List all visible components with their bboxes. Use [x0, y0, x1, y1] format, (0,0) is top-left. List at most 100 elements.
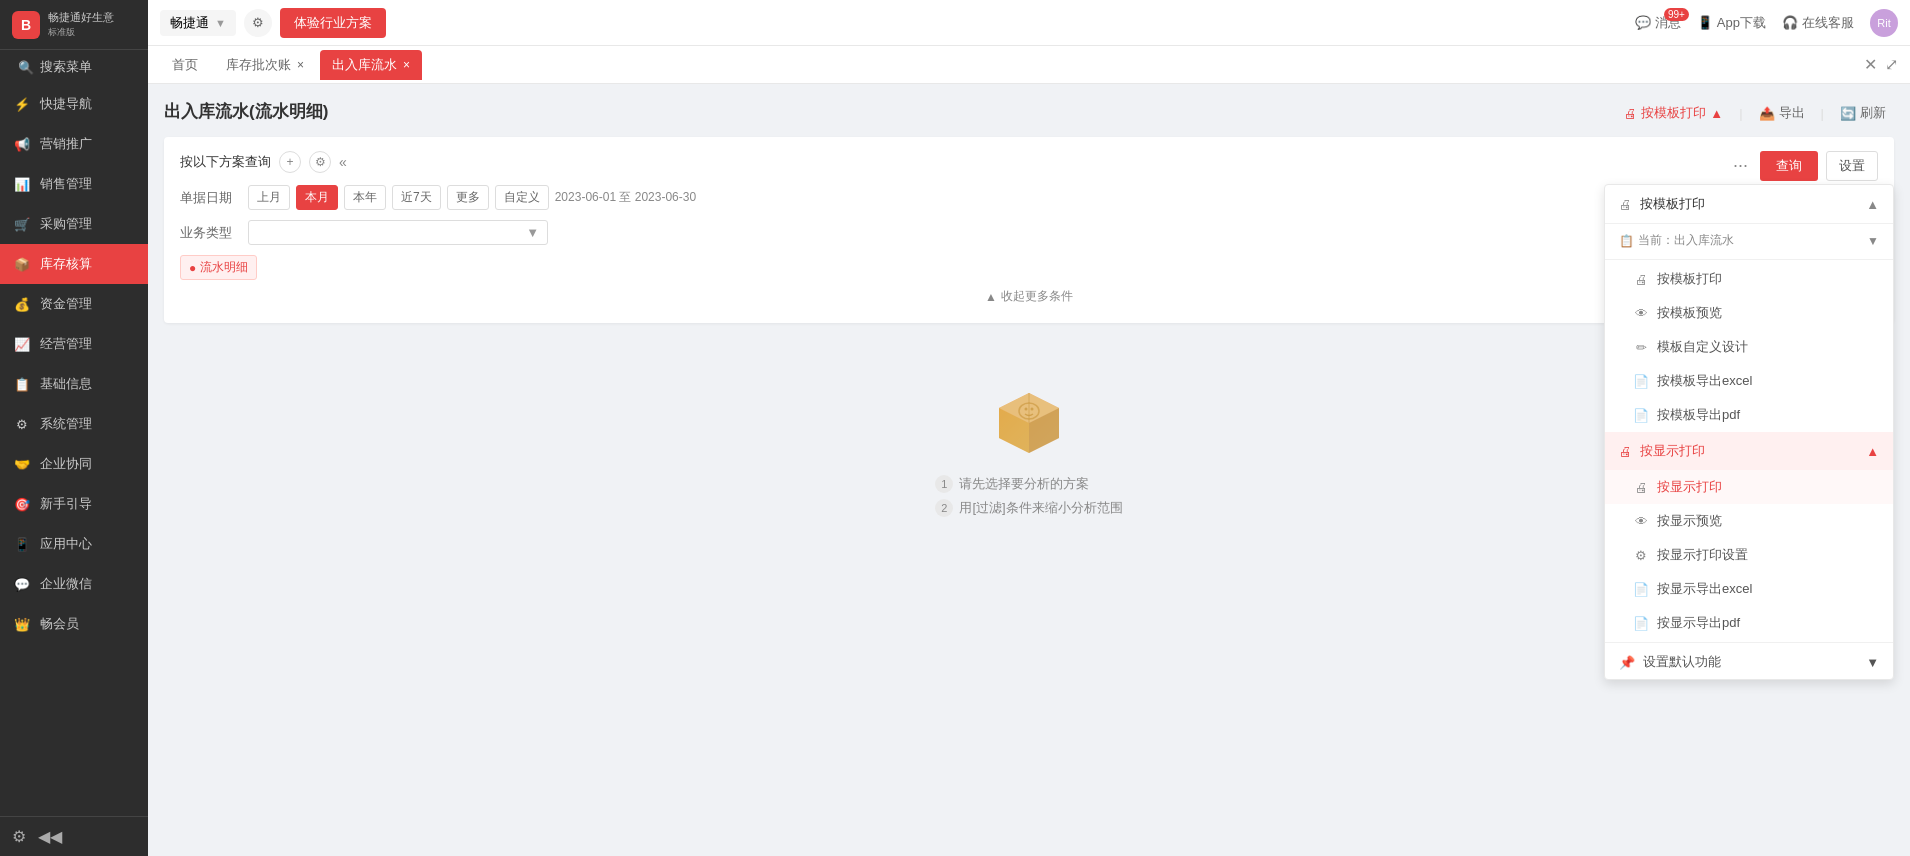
dropdown-item-display-pdf[interactable]: 📄 按显示导出pdf	[1605, 606, 1893, 640]
template-print-section-header[interactable]: 🖨 按模板打印 ▲	[1605, 185, 1893, 224]
sidebar-item-label: 营销推广	[40, 135, 92, 153]
filter-collapse-icon[interactable]: «	[339, 154, 347, 170]
set-default-label: 设置默认功能	[1643, 653, 1721, 671]
dropdown-item-template-print[interactable]: 🖨 按模板打印	[1605, 262, 1893, 296]
sidebar-item-appstore[interactable]: 📱 应用中心	[0, 524, 148, 564]
app-download-button[interactable]: 📱 App下载	[1697, 14, 1766, 32]
refresh-icon: 🔄	[1840, 106, 1856, 121]
message-badge: 99+	[1664, 8, 1689, 21]
template-chevron-icon: ▲	[1866, 197, 1879, 212]
dropdown-item-display-print[interactable]: 🖨 按显示打印	[1605, 470, 1893, 504]
template-print-button[interactable]: 🖨 按模板打印 ▲	[1616, 100, 1731, 126]
dropdown-item-set-default[interactable]: 📌 设置默认功能 ▼	[1605, 645, 1893, 679]
dropdown-item-template-pdf[interactable]: 📄 按模板导出pdf	[1605, 398, 1893, 432]
user-avatar[interactable]: Rit	[1870, 9, 1898, 37]
sidebar-item-collab[interactable]: 🤝 企业协同	[0, 444, 148, 484]
collapse-label: 收起更多条件	[1001, 288, 1073, 305]
hint-num-1: 1	[935, 475, 953, 493]
dropdown-item-display-excel[interactable]: 📄 按显示导出excel	[1605, 572, 1893, 606]
export-button[interactable]: 📤 导出	[1751, 100, 1813, 126]
filter-more-icon[interactable]: ···	[1729, 151, 1752, 181]
sidebar-item-quick-nav[interactable]: ⚡ 快捷导航	[0, 84, 148, 124]
search-icon: 🔍	[18, 60, 34, 75]
tab-in-out-flow-label: 出入库流水	[332, 56, 397, 74]
main-content: 畅捷通 ▼ ⚙ 体验行业方案 💬 消息 99+ 📱 App下载 🎧 在线客服	[148, 0, 1910, 856]
template-print-label: 按模板打印	[1641, 104, 1706, 122]
collapse-icon[interactable]: ◀◀	[38, 827, 62, 846]
print-dropdown-panel: 🖨 按模板打印 ▲ 📋 当前：出入库流水 ▼ 🖨 按模板打印 👁 按模板预览	[1604, 184, 1894, 680]
dropdown-item-template-design[interactable]: ✏ 模板自定义设计	[1605, 330, 1893, 364]
template-preview-icon: 👁	[1633, 305, 1649, 321]
current-template-item[interactable]: 📋 当前：出入库流水 ▼	[1605, 224, 1893, 257]
tab-batch-account[interactable]: 库存批次账 ×	[214, 50, 316, 80]
service-button[interactable]: 🎧 在线客服	[1782, 14, 1854, 32]
sidebar-item-inventory[interactable]: 📦 库存核算	[0, 244, 148, 284]
sidebar-item-system[interactable]: ⚙ 系统管理	[0, 404, 148, 444]
filter-add-button[interactable]: +	[279, 151, 301, 173]
tab-home[interactable]: 首页	[160, 50, 210, 80]
tab-in-out-flow[interactable]: 出入库流水 ×	[320, 50, 422, 80]
refresh-button[interactable]: 🔄 刷新	[1832, 100, 1894, 126]
sidebar-item-guide[interactable]: 🎯 新手引导	[0, 484, 148, 524]
industry-solution-button[interactable]: 体验行业方案	[280, 8, 386, 38]
account-selector[interactable]: 畅捷通 ▼	[160, 10, 236, 36]
tag-icon: ●	[189, 261, 196, 275]
tab-in-out-close-icon[interactable]: ×	[403, 58, 410, 72]
sidebar-item-finance[interactable]: 💰 资金管理	[0, 284, 148, 324]
empty-state-icon	[989, 383, 1069, 463]
sidebar-item-label: 快捷导航	[40, 95, 92, 113]
sidebar: B 畅捷通好生意 标准版 🔍 搜索菜单 ⚡ 快捷导航 📢 营销推广 📊 销售管理…	[0, 0, 148, 856]
settings-gear-icon[interactable]: ⚙	[12, 827, 26, 846]
filter-settings-button[interactable]: ⚙	[309, 151, 331, 173]
sidebar-item-sales[interactable]: 📊 销售管理	[0, 164, 148, 204]
current-template-icon: 📋	[1619, 234, 1634, 248]
topbar-left: 畅捷通 ▼ ⚙ 体验行业方案	[160, 8, 1635, 38]
display-section-icon: 🖨	[1619, 444, 1632, 459]
template-pdf-icon: 📄	[1633, 407, 1649, 423]
sidebar-item-member[interactable]: 👑 畅会员	[0, 604, 148, 644]
current-chevron-icon: ▼	[1867, 234, 1879, 248]
sidebar-item-purchase[interactable]: 🛒 采购管理	[0, 204, 148, 244]
tag-text: 流水明细	[200, 259, 248, 276]
business-type-select[interactable]: ▼	[248, 220, 548, 245]
message-button[interactable]: 💬 消息 99+	[1635, 14, 1681, 32]
date-btn-custom[interactable]: 自定义	[495, 185, 549, 210]
date-btn-last-month[interactable]: 上月	[248, 185, 290, 210]
dropdown-item-template-preview[interactable]: 👁 按模板预览	[1605, 296, 1893, 330]
date-btn-last-7[interactable]: 近7天	[392, 185, 441, 210]
tab-home-label: 首页	[172, 56, 198, 74]
query-button[interactable]: 查询	[1760, 151, 1818, 181]
sidebar-item-base[interactable]: 📋 基础信息	[0, 364, 148, 404]
refresh-label: 刷新	[1860, 104, 1886, 122]
sidebar-item-label: 企业协同	[40, 455, 92, 473]
sidebar-item-operations[interactable]: 📈 经营管理	[0, 324, 148, 364]
tabs-bar: 首页 库存批次账 × 出入库流水 × ✕ ⤢	[148, 46, 1910, 84]
filter-settings-btn[interactable]: 设置	[1826, 151, 1878, 181]
dropdown-item-display-preview[interactable]: 👁 按显示预览	[1605, 504, 1893, 538]
sidebar-item-label: 系统管理	[40, 415, 92, 433]
export-label: 导出	[1779, 104, 1805, 122]
dropdown-item-display-settings[interactable]: ⚙ 按显示打印设置	[1605, 538, 1893, 572]
close-all-tabs-icon[interactable]: ✕	[1864, 55, 1877, 74]
active-filter-tag: ● 流水明细	[180, 255, 257, 280]
sidebar-search-item[interactable]: 🔍 搜索菜单	[0, 50, 148, 84]
page-toolbar: 🖨 按模板打印 ▲ | 📤 导出 | 🔄 刷新	[1616, 100, 1894, 126]
display-excel-label: 按显示导出excel	[1657, 580, 1752, 598]
account-name: 畅捷通	[170, 14, 209, 32]
date-btn-this-month[interactable]: 本月	[296, 185, 338, 210]
operations-icon: 📈	[12, 334, 32, 354]
date-btn-this-year[interactable]: 本年	[344, 185, 386, 210]
display-preview-icon: 👁	[1633, 513, 1649, 529]
date-btn-more[interactable]: 更多	[447, 185, 489, 210]
sidebar-item-label: 应用中心	[40, 535, 92, 553]
sidebar-item-wechat[interactable]: 💬 企业微信	[0, 564, 148, 604]
maximize-icon[interactable]: ⤢	[1885, 55, 1898, 74]
topbar-settings-button[interactable]: ⚙	[244, 9, 272, 37]
dropdown-item-template-excel[interactable]: 📄 按模板导出excel	[1605, 364, 1893, 398]
wechat-icon: 💬	[12, 574, 32, 594]
app-label: App下载	[1717, 14, 1766, 32]
sidebar-item-marketing[interactable]: 📢 营销推广	[0, 124, 148, 164]
tab-batch-close-icon[interactable]: ×	[297, 58, 304, 72]
display-pdf-label: 按显示导出pdf	[1657, 614, 1740, 632]
display-print-section-header[interactable]: 🖨 按显示打印 ▲	[1605, 432, 1893, 470]
